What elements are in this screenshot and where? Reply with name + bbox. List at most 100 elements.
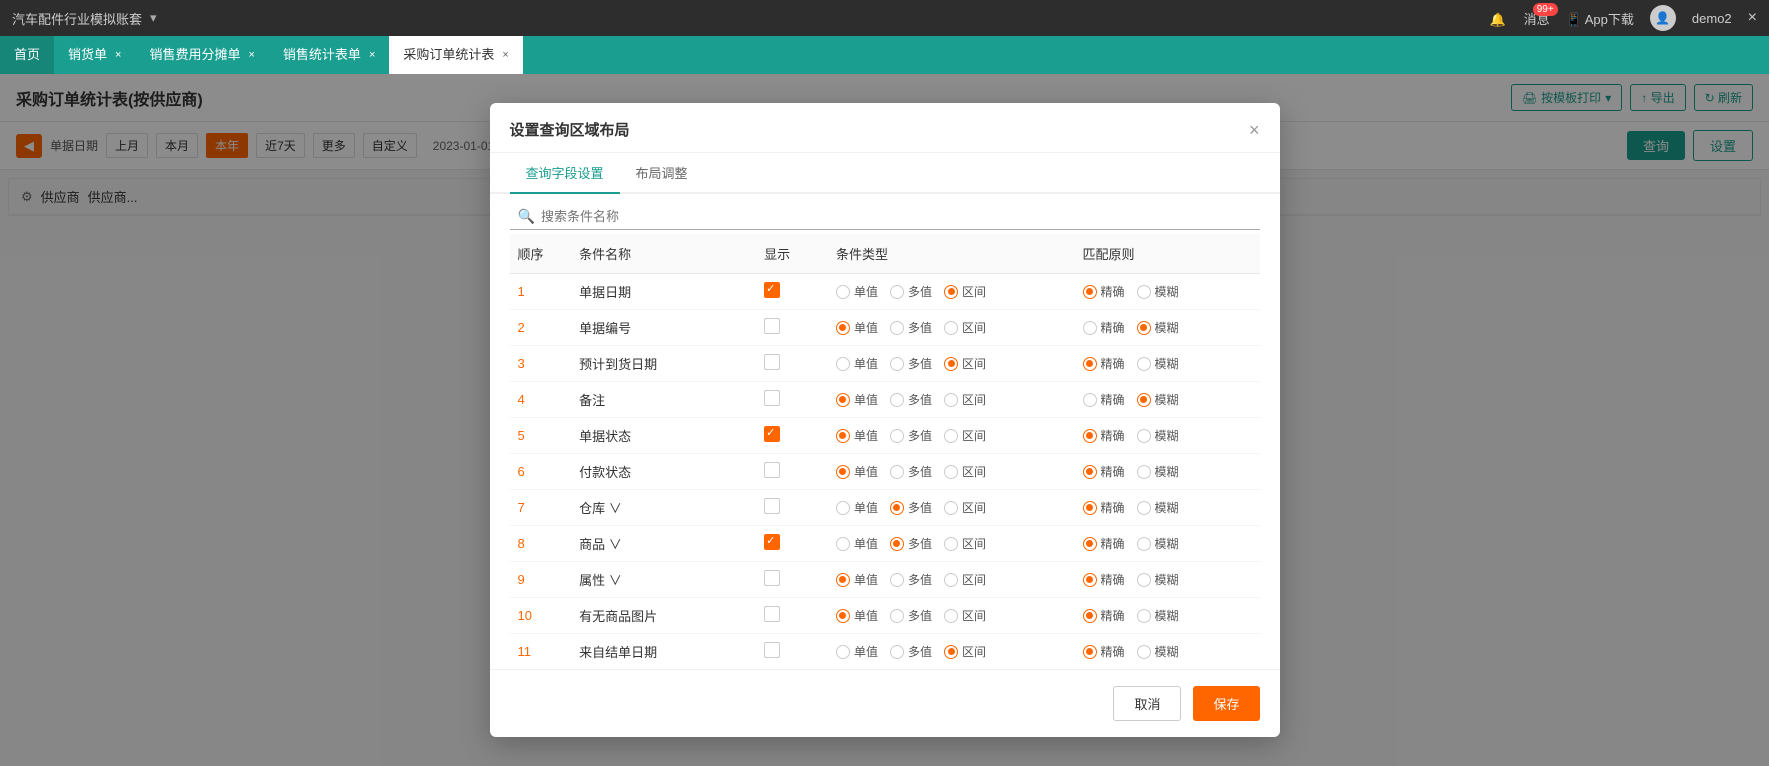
- type-radio-item[interactable]: 多值: [890, 607, 932, 624]
- row-show[interactable]: [756, 490, 828, 526]
- search-input[interactable]: [541, 209, 1252, 224]
- user-avatar[interactable]: 👤: [1650, 5, 1676, 31]
- match-radio-item[interactable]: 精确: [1083, 535, 1125, 552]
- tab-sales-split-close[interactable]: ×: [248, 36, 254, 74]
- match-radio-item[interactable]: 精确: [1083, 463, 1125, 480]
- match-radio-item[interactable]: 模糊: [1137, 535, 1179, 552]
- type-radio-item[interactable]: 单值: [836, 319, 878, 336]
- row-type: 单值多值区间: [828, 274, 1075, 310]
- row-show[interactable]: [756, 634, 828, 670]
- tab-sales-stat[interactable]: 销售统计表单 ×: [269, 36, 389, 74]
- match-radio-item[interactable]: 模糊: [1137, 499, 1179, 516]
- user-name[interactable]: demo2: [1692, 11, 1732, 26]
- show-checkbox[interactable]: [764, 390, 780, 406]
- match-radio-item[interactable]: 精确: [1083, 427, 1125, 444]
- type-radio-item[interactable]: 单值: [836, 571, 878, 588]
- match-radio-item[interactable]: 精确: [1083, 607, 1125, 624]
- match-radio-item[interactable]: 模糊: [1137, 643, 1179, 660]
- row-show[interactable]: [756, 418, 828, 454]
- match-radio-item[interactable]: 模糊: [1137, 319, 1179, 336]
- match-radio-item[interactable]: 精确: [1083, 283, 1125, 300]
- type-radio-item[interactable]: 多值: [890, 535, 932, 552]
- type-radio-item[interactable]: 单值: [836, 427, 878, 444]
- type-radio-item[interactable]: 区间: [944, 391, 986, 408]
- tab-sales-split[interactable]: 销售费用分摊单 ×: [135, 36, 268, 74]
- show-checkbox[interactable]: [764, 354, 780, 370]
- radio-circle: [890, 429, 904, 443]
- tab-purchase-stat[interactable]: 采购订单统计表 ×: [389, 36, 522, 74]
- type-radio-item[interactable]: 多值: [890, 319, 932, 336]
- match-radio-item[interactable]: 模糊: [1137, 463, 1179, 480]
- match-radio-item[interactable]: 模糊: [1137, 607, 1179, 624]
- type-radio-item[interactable]: 单值: [836, 643, 878, 660]
- type-radio-item[interactable]: 单值: [836, 607, 878, 624]
- dialog-tab-query-fields[interactable]: 查询字段设置: [510, 153, 620, 194]
- match-radio-item[interactable]: 精确: [1083, 355, 1125, 372]
- row-show[interactable]: [756, 346, 828, 382]
- type-radio-item[interactable]: 多值: [890, 391, 932, 408]
- match-radio-item[interactable]: 模糊: [1137, 391, 1179, 408]
- show-checkbox[interactable]: [764, 498, 780, 514]
- match-radio-item[interactable]: 精确: [1083, 643, 1125, 660]
- type-radio-item[interactable]: 区间: [944, 355, 986, 372]
- type-radio-item[interactable]: 多值: [890, 643, 932, 660]
- type-radio-item[interactable]: 多值: [890, 463, 932, 480]
- row-show[interactable]: [756, 274, 828, 310]
- match-radio-item[interactable]: 模糊: [1137, 571, 1179, 588]
- type-radio-item[interactable]: 区间: [944, 643, 986, 660]
- tab-purchase-stat-close[interactable]: ×: [502, 36, 508, 74]
- show-checkbox[interactable]: [764, 426, 780, 442]
- row-show[interactable]: [756, 310, 828, 346]
- row-show[interactable]: [756, 562, 828, 598]
- dialog-close-button[interactable]: ×: [1249, 121, 1260, 139]
- tab-home[interactable]: 首页: [0, 36, 54, 74]
- type-radio-item[interactable]: 多值: [890, 283, 932, 300]
- type-radio-item[interactable]: 多值: [890, 499, 932, 516]
- match-radio-item[interactable]: 模糊: [1137, 355, 1179, 372]
- show-checkbox[interactable]: [764, 642, 780, 658]
- notification-button[interactable]: 🔔 99+ 消息: [1490, 9, 1550, 28]
- type-radio-item[interactable]: 区间: [944, 499, 986, 516]
- tab-sales-stat-close[interactable]: ×: [369, 36, 375, 74]
- show-checkbox[interactable]: [764, 606, 780, 622]
- type-radio-item[interactable]: 单值: [836, 499, 878, 516]
- type-radio-item[interactable]: 区间: [944, 463, 986, 480]
- row-show[interactable]: [756, 598, 828, 634]
- match-radio-item[interactable]: 精确: [1083, 499, 1125, 516]
- cancel-button[interactable]: 取消: [1113, 686, 1181, 721]
- show-checkbox[interactable]: [764, 570, 780, 586]
- row-show[interactable]: [756, 454, 828, 490]
- tab-sales[interactable]: 销货单 ×: [54, 36, 135, 74]
- type-radio-item[interactable]: 多值: [890, 571, 932, 588]
- type-radio-item[interactable]: 区间: [944, 283, 986, 300]
- type-radio-item[interactable]: 区间: [944, 427, 986, 444]
- type-radio-item[interactable]: 区间: [944, 535, 986, 552]
- type-radio-item[interactable]: 区间: [944, 607, 986, 624]
- type-radio-item[interactable]: 区间: [944, 319, 986, 336]
- show-checkbox[interactable]: [764, 282, 780, 298]
- type-radio-item[interactable]: 单值: [836, 535, 878, 552]
- type-radio-item[interactable]: 区间: [944, 571, 986, 588]
- match-radio-item[interactable]: 精确: [1083, 571, 1125, 588]
- type-radio-item[interactable]: 多值: [890, 427, 932, 444]
- type-radio-item[interactable]: 单值: [836, 391, 878, 408]
- show-checkbox[interactable]: [764, 534, 780, 550]
- match-radio-item[interactable]: 模糊: [1137, 283, 1179, 300]
- type-radio-item[interactable]: 多值: [890, 355, 932, 372]
- row-show[interactable]: [756, 526, 828, 562]
- show-checkbox[interactable]: [764, 462, 780, 478]
- type-radio-item[interactable]: 单值: [836, 463, 878, 480]
- show-checkbox[interactable]: [764, 318, 780, 334]
- radio-label: 单值: [854, 391, 878, 408]
- dialog-tab-layout[interactable]: 布局调整: [620, 153, 704, 194]
- top-bar-close-button[interactable]: ×: [1748, 9, 1757, 27]
- app-download-button[interactable]: 📱 App下载: [1566, 9, 1634, 28]
- type-radio-item[interactable]: 单值: [836, 283, 878, 300]
- tab-sales-close[interactable]: ×: [115, 36, 121, 74]
- match-radio-item[interactable]: 精确: [1083, 391, 1125, 408]
- match-radio-item[interactable]: 模糊: [1137, 427, 1179, 444]
- type-radio-item[interactable]: 单值: [836, 355, 878, 372]
- row-show[interactable]: [756, 382, 828, 418]
- match-radio-item[interactable]: 精确: [1083, 319, 1125, 336]
- save-button[interactable]: 保存: [1193, 686, 1259, 721]
